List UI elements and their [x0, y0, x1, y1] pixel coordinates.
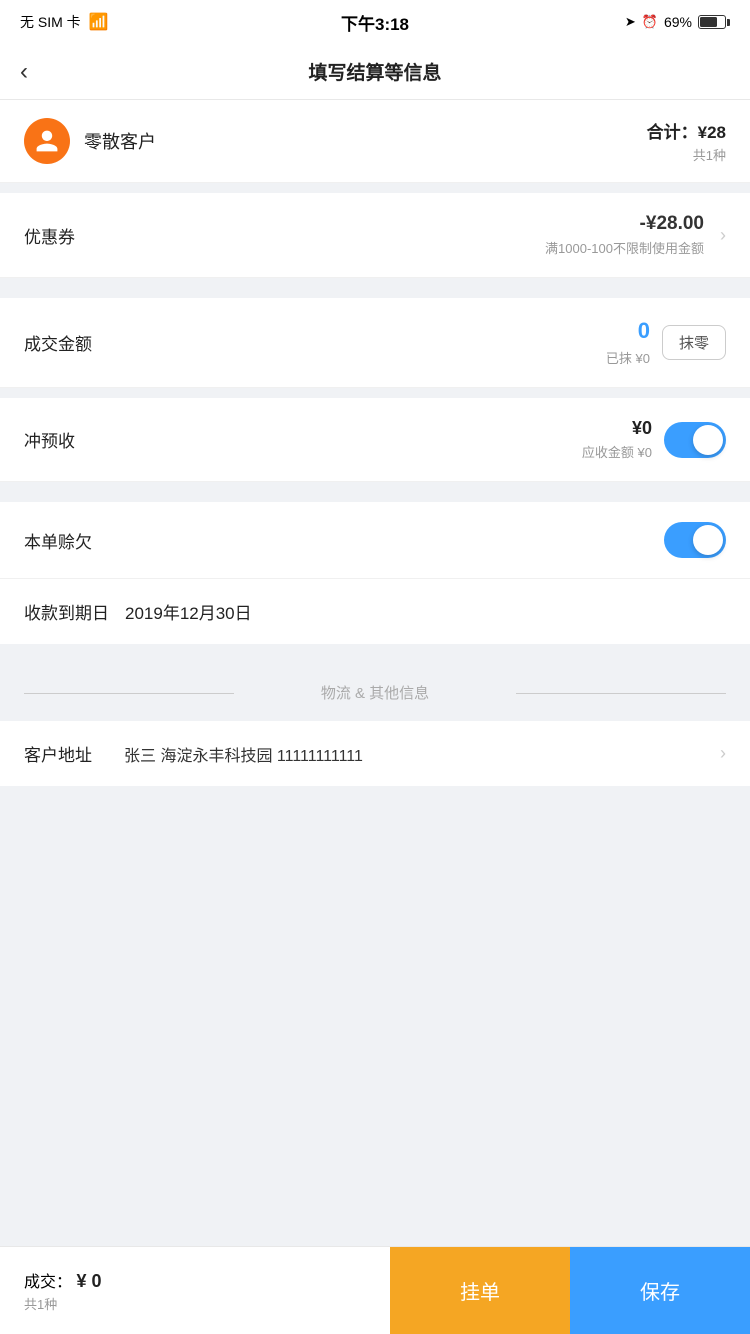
page-title: 填写结算等信息: [308, 58, 441, 85]
status-time: 下午3:18: [341, 10, 409, 35]
separator-1: [0, 288, 750, 298]
total-count: 共1种: [647, 145, 726, 164]
address-label: 客户地址: [24, 741, 104, 766]
battery-percent: 69%: [664, 14, 692, 30]
bottom-bar: 成交： ¥ 0 共1种 挂单 保存: [0, 1246, 750, 1334]
bottom-info: 成交： ¥ 0 共1种: [0, 1268, 390, 1313]
avatar: [24, 118, 70, 164]
customer-name: 零散客户: [84, 128, 156, 154]
save-button[interactable]: 保存: [570, 1247, 750, 1334]
bottom-deal-amount: ¥ 0: [76, 1271, 101, 1291]
due-date-label: 收款到期日: [24, 599, 109, 624]
toggle-knob: [693, 425, 723, 455]
status-left: 无 SIM 卡 📶: [20, 12, 109, 32]
address-card: 客户地址 张三 海淀永丰科技园 11111111111 ›: [0, 721, 750, 786]
separator-3: [0, 654, 750, 664]
chevron-right-icon: ›: [720, 225, 726, 246]
coupon-info: -¥28.00 满1000-100不限制使用金额: [545, 213, 704, 257]
sim-label: 无 SIM 卡: [20, 12, 81, 32]
bottom-deal-label: 成交：: [24, 1274, 72, 1291]
prepayment-label: 冲预收: [24, 427, 114, 452]
customer-right: 合计：¥28 共1种: [647, 118, 726, 164]
separator-2: [0, 492, 750, 502]
coupon-right: -¥28.00 满1000-100不限制使用金额 ›: [114, 213, 726, 257]
prepayment-amount: ¥0: [582, 418, 652, 439]
address-row[interactable]: 客户地址 张三 海淀永丰科技园 11111111111 ›: [0, 721, 750, 786]
person-icon: [34, 128, 60, 154]
status-bar: 无 SIM 卡 📶 下午3:18 ➤ ⏰ 69%: [0, 0, 750, 44]
due-date-value: 2019年12月30日: [125, 599, 252, 624]
round-button[interactable]: 抹零: [662, 325, 726, 360]
battery-icon: [698, 15, 730, 29]
deal-amount-col: 已抹 ¥0: [570, 318, 650, 367]
deal-amount-right: 已抹 ¥0 抹零: [114, 318, 726, 367]
prepayment-sub: 应收金额 ¥0: [582, 442, 652, 461]
coupon-row[interactable]: 优惠券 -¥28.00 满1000-100不限制使用金额 ›: [0, 193, 750, 278]
prepayment-right: ¥0 应收金额 ¥0: [114, 418, 726, 461]
total-amount: 合计：¥28: [647, 118, 726, 143]
credit-card: 本单赊欠 收款到期日 2019年12月30日: [0, 502, 750, 644]
prepayment-col: ¥0 应收金额 ¥0: [582, 418, 652, 461]
prepayment-row: 冲预收 ¥0 应收金额 ¥0: [0, 398, 750, 482]
due-date-row: 收款到期日 2019年12月30日: [0, 579, 750, 644]
prepayment-toggle[interactable]: [664, 422, 726, 458]
address-value: 张三 海淀永丰科技园 11111111111: [124, 742, 696, 766]
customer-row: 零散客户 合计：¥28 共1种: [0, 100, 750, 183]
deal-amount-input[interactable]: [570, 318, 650, 344]
section-divider: 物流 & 其他信息: [0, 664, 750, 721]
credit-label: 本单赊欠: [24, 528, 92, 553]
credit-toggle[interactable]: [664, 522, 726, 558]
coupon-card: 优惠券 -¥28.00 满1000-100不限制使用金额 ›: [0, 193, 750, 278]
hold-button[interactable]: 挂单: [390, 1247, 570, 1334]
customer-card: 零散客户 合计：¥28 共1种: [0, 100, 750, 183]
wifi-icon: 📶: [89, 12, 109, 32]
bottom-deal-line: 成交： ¥ 0: [24, 1268, 366, 1292]
credit-row: 本单赊欠: [0, 502, 750, 579]
credit-toggle-knob: [693, 525, 723, 555]
deal-amount-card: 成交金额 已抹 ¥0 抹零: [0, 298, 750, 388]
back-button[interactable]: ‹: [12, 50, 36, 94]
deal-amount-sub: 已抹 ¥0: [570, 348, 650, 367]
address-chevron-icon: ›: [720, 743, 726, 764]
main-content: 零散客户 合计：¥28 共1种 优惠券 -¥28.00 满1000-100不限制…: [0, 100, 750, 896]
customer-left: 零散客户: [24, 118, 156, 164]
coupon-desc: 满1000-100不限制使用金额: [545, 238, 704, 257]
section-divider-text: 物流 & 其他信息: [321, 685, 429, 702]
alarm-icon: ⏰: [642, 14, 658, 30]
status-right: ➤ ⏰ 69%: [625, 14, 730, 30]
prepayment-card: 冲预收 ¥0 应收金额 ¥0: [0, 398, 750, 482]
location-icon: ➤: [625, 14, 636, 30]
deal-amount-row: 成交金额 已抹 ¥0 抹零: [0, 298, 750, 388]
coupon-label: 优惠券: [24, 223, 114, 248]
deal-amount-label: 成交金额: [24, 330, 114, 355]
coupon-discount: -¥28.00: [545, 213, 704, 235]
nav-bar: ‹ 填写结算等信息: [0, 44, 750, 100]
bottom-deal-count: 共1种: [24, 1294, 366, 1313]
